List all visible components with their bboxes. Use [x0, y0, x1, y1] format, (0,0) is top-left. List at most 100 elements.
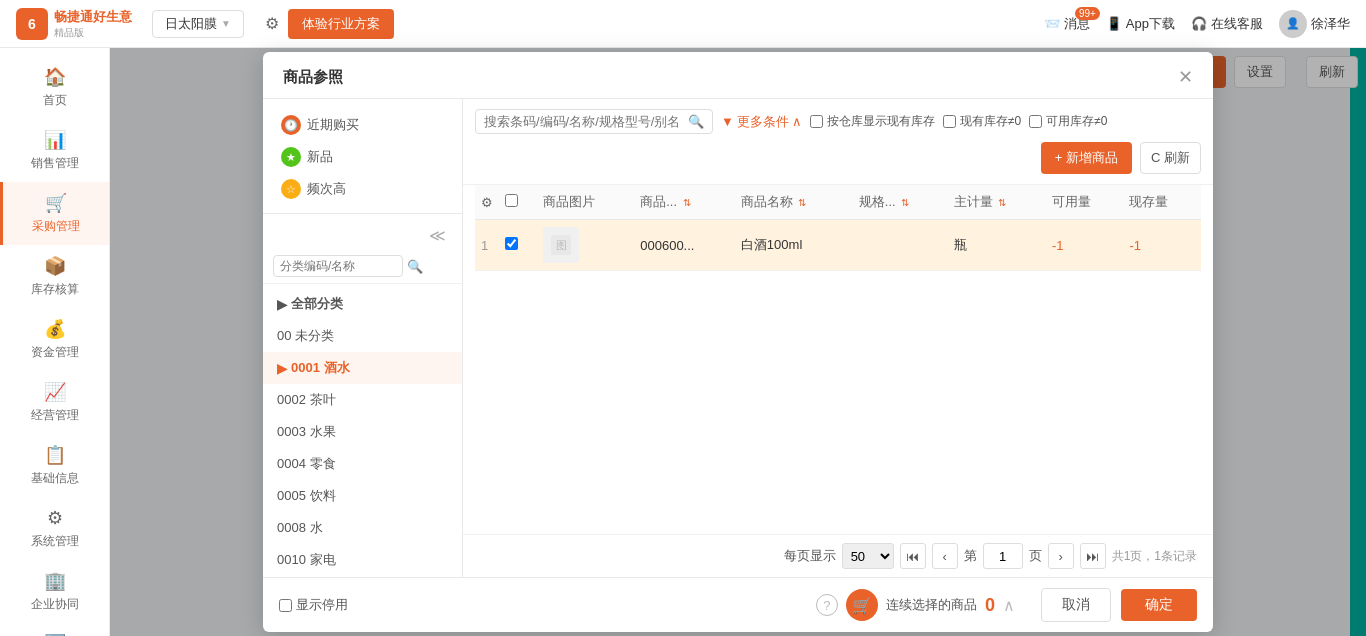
category-0001[interactable]: ▶ 0001 酒水 [263, 352, 462, 384]
category-search-input[interactable] [273, 255, 403, 277]
col-checkbox[interactable] [499, 185, 537, 220]
collapse-icon[interactable]: ≪ [421, 222, 454, 249]
col-stock: 现存量 [1123, 185, 1201, 220]
category-search: 🔍 [263, 249, 462, 284]
category-00-label: 00 未分类 [277, 327, 334, 345]
sidebar-item-label: 销售管理 [31, 155, 79, 172]
category-search-icon[interactable]: 🔍 [407, 259, 423, 274]
available-stock-checkbox[interactable] [1029, 115, 1042, 128]
sidebar-item-label: 首页 [43, 92, 67, 109]
row-available: -1 [1046, 220, 1124, 271]
sidebar-item-sales[interactable]: 📊 销售管理 [0, 119, 109, 182]
sidebar-item-inventory[interactable]: 📦 库存核算 [0, 245, 109, 308]
page-input[interactable] [983, 543, 1023, 569]
app-download-label: App下载 [1126, 15, 1175, 33]
category-0001-arrow: ▶ [277, 361, 287, 376]
category-0002[interactable]: 0002 茶叶 [263, 384, 462, 416]
last-page-btn[interactable]: ⏭ [1080, 543, 1106, 569]
modal-body: 🕐 近期购买 ★ 新品 ☆ 频次高 [263, 99, 1213, 577]
inventory-icon: 📦 [44, 255, 66, 277]
close-icon[interactable]: ✕ [1178, 66, 1193, 88]
modal-left-panel: 🕐 近期购买 ★ 新品 ☆ 频次高 [263, 99, 463, 577]
col-settings[interactable]: ⚙ [475, 185, 499, 220]
available-stock-checkbox-wrap[interactable]: 可用库存≠0 [1029, 113, 1107, 130]
cart-collapse-icon[interactable]: ∧ [1003, 596, 1015, 615]
cart-icon[interactable]: 🛒 [846, 589, 878, 621]
sidebar-item-purchase[interactable]: 🛒 采购管理 [0, 182, 109, 245]
next-page-btn[interactable]: › [1048, 543, 1074, 569]
trial-btn[interactable]: 体验行业方案 [288, 9, 394, 39]
category-all-label: 全部分类 [291, 295, 343, 313]
spec-sort-icon: ⇅ [901, 197, 909, 208]
mobile-icon: 📱 [1106, 16, 1122, 31]
store-selector[interactable]: 日太阳膜 ▼ [152, 10, 244, 38]
user-area[interactable]: 👤 徐泽华 [1279, 10, 1350, 38]
code-sort-icon: ⇅ [683, 197, 691, 208]
sidebar-item-system[interactable]: ⚙ 系统管理 [0, 497, 109, 560]
refresh-btn[interactable]: C 刷新 [1140, 142, 1201, 174]
category-0003[interactable]: 0003 水果 [263, 416, 462, 448]
category-0001-label: 0001 酒水 [291, 359, 350, 377]
category-0008[interactable]: 0008 水 [263, 512, 462, 544]
category-0005[interactable]: 0005 饮料 [263, 480, 462, 512]
settings-icon[interactable]: ⚙ [256, 8, 288, 40]
bell-icon: 📨 [1044, 16, 1060, 31]
row-num: 1 [475, 220, 499, 271]
sales-icon: 📊 [44, 129, 66, 151]
online-service[interactable]: 🎧 在线客服 [1191, 15, 1263, 33]
category-00[interactable]: 00 未分类 [263, 320, 462, 352]
quick-freq[interactable]: ☆ 频次高 [273, 173, 452, 205]
basic-info-icon: 📋 [44, 444, 66, 466]
add-product-btn[interactable]: + 新增商品 [1041, 142, 1132, 174]
confirm-btn[interactable]: 确定 [1121, 589, 1197, 621]
online-service-label: 在线客服 [1211, 15, 1263, 33]
row-name: 白酒100ml [735, 220, 853, 271]
product-search-input[interactable] [484, 114, 684, 129]
modal-right-panel: 🔍 ▼ 更多条件 ∧ 按仓库显示现有库存 [463, 99, 1213, 577]
logo-text: 畅捷通好生意 精品版 [54, 8, 132, 40]
category-0004[interactable]: 0004 零食 [263, 448, 462, 480]
nonzero-stock-checkbox-wrap[interactable]: 现有库存≠0 [943, 113, 1021, 130]
cancel-btn[interactable]: 取消 [1041, 588, 1111, 622]
help-icon[interactable]: ? [816, 594, 838, 616]
show-disabled-wrap[interactable]: 显示停用 [279, 596, 348, 614]
main-layout: 🏠 首页 📊 销售管理 🛒 采购管理 📦 库存核算 💰 资金管理 📈 经营管理 … [0, 48, 1366, 636]
table-row[interactable]: 1 图 000600... 白酒100ml [475, 220, 1201, 271]
sidebar-item-enterprise[interactable]: 🏢 企业协同 [0, 560, 109, 623]
sidebar-item-basic-info[interactable]: 📋 基础信息 [0, 434, 109, 497]
topbar: 6 畅捷通好生意 精品版 日太阳膜 ▼ ⚙ 体验行业方案 📨 消息 99+ 📱 … [0, 0, 1366, 48]
sidebar-item-guide[interactable]: 🆕 新手引导 [0, 623, 109, 636]
quick-recent[interactable]: 🕐 近期购买 [273, 109, 452, 141]
sidebar-item-operations[interactable]: 📈 经营管理 [0, 371, 109, 434]
category-0010[interactable]: 0010 家电 [263, 544, 462, 567]
first-page-btn[interactable]: ⏮ [900, 543, 926, 569]
category-all[interactable]: ▶ 全部分类 [263, 288, 462, 320]
sidebar-item-home[interactable]: 🏠 首页 [0, 56, 109, 119]
filter-btn[interactable]: ▼ 更多条件 ∧ [721, 113, 802, 131]
col-spec[interactable]: 规格... ⇅ [853, 185, 948, 220]
col-name[interactable]: 商品名称 ⇅ [735, 185, 853, 220]
notifications[interactable]: 📨 消息 99+ [1044, 15, 1090, 33]
row-checkbox[interactable] [499, 220, 537, 271]
system-icon: ⚙ [47, 507, 63, 529]
show-disabled-checkbox[interactable] [279, 599, 292, 612]
content-area: 查询 设置 刷新 商品参照 ✕ 🕐 [110, 48, 1366, 636]
modal-overlay: 商品参照 ✕ 🕐 近期购买 ★ 新 [110, 48, 1366, 636]
show-stock-checkbox[interactable] [810, 115, 823, 128]
nonzero-stock-checkbox[interactable] [943, 115, 956, 128]
collapse-row: ≪ [263, 222, 462, 249]
show-stock-checkbox-wrap[interactable]: 按仓库显示现有库存 [810, 113, 935, 130]
product-thumb: 图 [543, 227, 579, 263]
prev-page-btn[interactable]: ‹ [932, 543, 958, 569]
quick-new[interactable]: ★ 新品 [273, 141, 452, 173]
col-code[interactable]: 商品... ⇅ [634, 185, 735, 220]
cart-label: 连续选择的商品 [886, 596, 977, 614]
search-icon[interactable]: 🔍 [688, 114, 704, 129]
per-page-select[interactable]: 50 10 20 100 [842, 543, 894, 569]
category-0005-label: 0005 饮料 [277, 487, 336, 505]
quick-recent-label: 近期购买 [307, 116, 359, 134]
select-all-checkbox[interactable] [505, 194, 518, 207]
app-download[interactable]: 📱 App下载 [1106, 15, 1175, 33]
col-unit[interactable]: 主计量 ⇅ [948, 185, 1046, 220]
sidebar-item-finance[interactable]: 💰 资金管理 [0, 308, 109, 371]
